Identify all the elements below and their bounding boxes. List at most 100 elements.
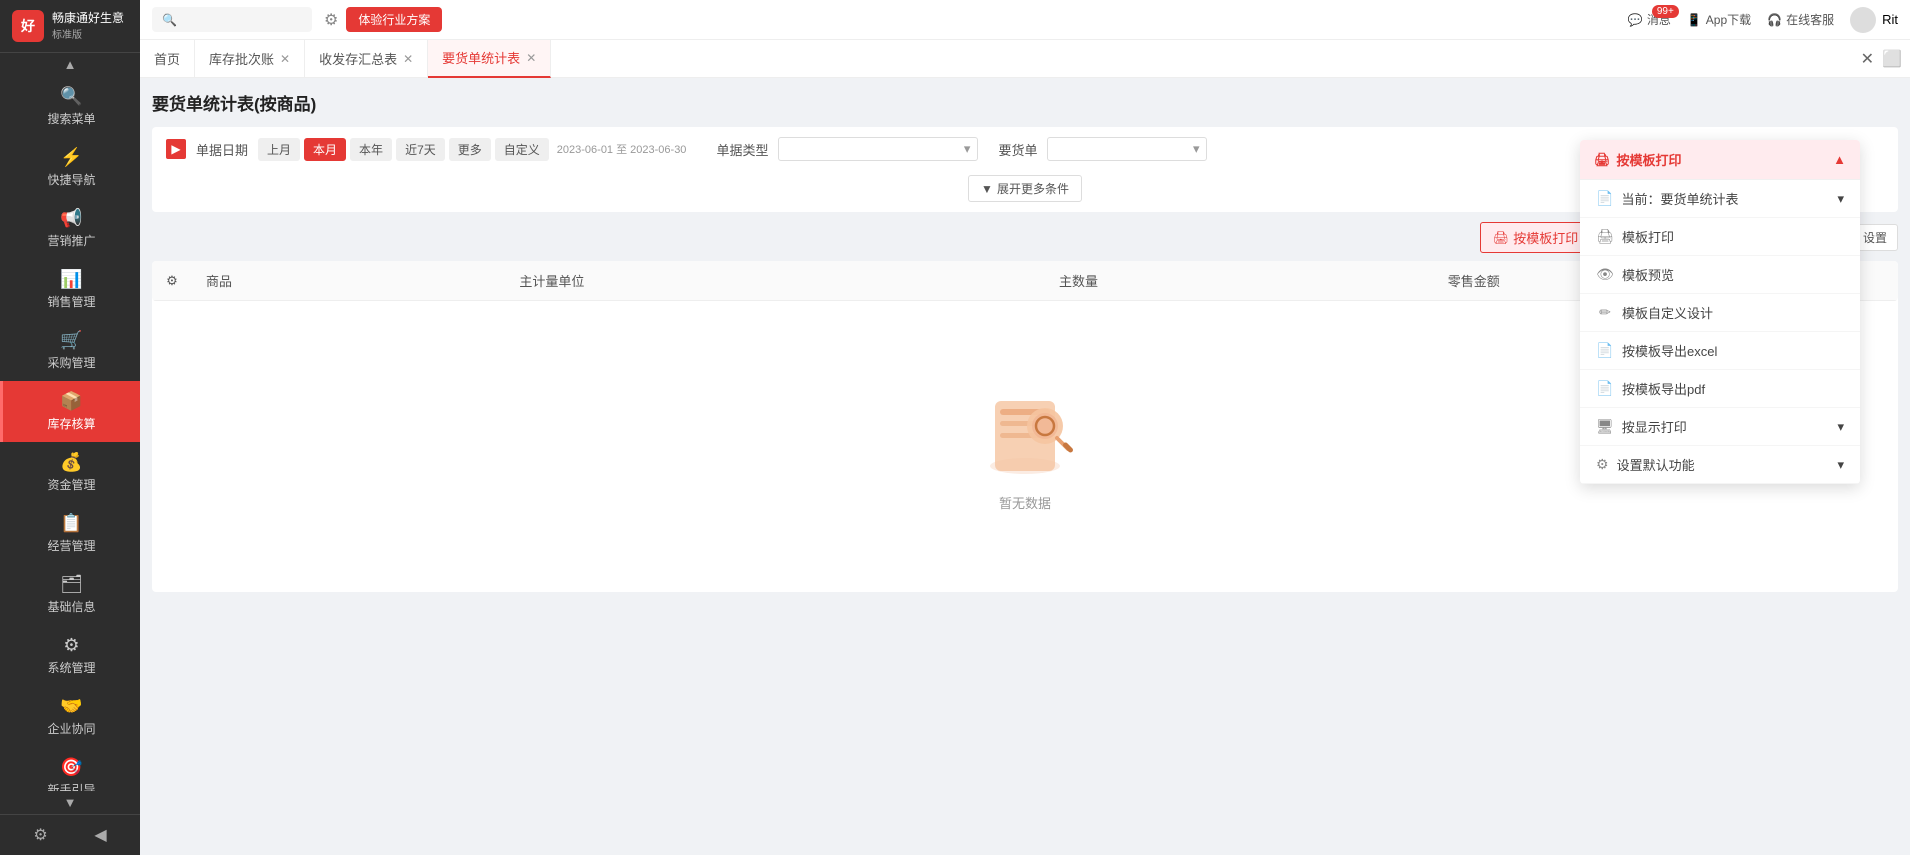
purchase-icon: 🛒 bbox=[60, 330, 82, 351]
messages-btn[interactable]: 💬 消息 99+ bbox=[1628, 11, 1671, 28]
settings-label: 设置 bbox=[1863, 231, 1887, 245]
printer-icon: 🖨 bbox=[1493, 230, 1510, 246]
template-design-icon: ✏ bbox=[1596, 304, 1614, 321]
default-fn-label: 设置默认功能 bbox=[1617, 455, 1695, 474]
sidebar-item-guide[interactable]: 🎯 新手引导 bbox=[0, 747, 140, 791]
date-label: 单据日期 bbox=[196, 140, 248, 159]
maximize-icon[interactable]: ⬜ bbox=[1882, 49, 1902, 69]
sidebar-item-basic[interactable]: 🗂 基础信息 bbox=[0, 564, 140, 625]
sidebar-item-search[interactable]: 🔍 搜索菜单 bbox=[0, 76, 140, 137]
collapse-sidebar-icon[interactable]: ◀ bbox=[94, 825, 106, 845]
sidebar-item-sales[interactable]: 📊 销售管理 bbox=[0, 259, 140, 320]
date-prev-month-btn[interactable]: 上月 bbox=[258, 138, 300, 161]
topbar: 🔍 ⚙ 体验行业方案 💬 消息 99+ 📱 App下载 🎧 在线客服 bbox=[140, 0, 1910, 40]
page-title: 要货单统计表(按商品) bbox=[152, 90, 1898, 115]
sidebar-item-inventory[interactable]: 📦 库存核算 bbox=[0, 381, 140, 442]
app-download-icon: 📱 bbox=[1687, 13, 1702, 27]
close-order-stats-icon[interactable]: ✕ bbox=[526, 51, 536, 65]
app-download-label: App下载 bbox=[1706, 11, 1751, 28]
print-template-label: 按模板打印 bbox=[1513, 228, 1578, 247]
dropdown-current-item[interactable]: 📄 当前：要货单统计表 ▾ bbox=[1580, 180, 1860, 218]
date-current-month-btn[interactable]: 本月 bbox=[304, 138, 346, 161]
close-all-tabs-icon[interactable]: ✕ bbox=[1861, 49, 1874, 69]
search-nav-icon: 🔍 bbox=[60, 86, 82, 107]
messages-badge: 99+ bbox=[1652, 5, 1679, 18]
current-template-label: 当前：要货单统计表 bbox=[1621, 189, 1738, 208]
dropdown-collapse-icon[interactable]: ▲ bbox=[1833, 152, 1846, 167]
marketing-icon: 📢 bbox=[60, 208, 82, 229]
basic-icon: 🗂 bbox=[60, 574, 83, 595]
online-service-btn[interactable]: 🎧 在线客服 bbox=[1767, 11, 1834, 28]
app-name: 畅康通好生意 bbox=[52, 11, 124, 27]
expand-more-btn[interactable]: ▼ 展开更多条件 bbox=[968, 175, 1082, 202]
sidebar-item-finance-label: 资金管理 bbox=[47, 476, 95, 493]
empty-illustration bbox=[965, 381, 1085, 481]
search-text bbox=[181, 11, 229, 28]
tab-order-stats[interactable]: 要货单统计表 ✕ bbox=[428, 40, 551, 78]
close-inventory-batch-icon[interactable]: ✕ bbox=[280, 52, 290, 66]
sidebar-item-purchase-label: 采购管理 bbox=[47, 354, 95, 371]
avatar bbox=[1850, 7, 1876, 33]
expand-filter-btn[interactable]: ▶ bbox=[166, 139, 186, 159]
expand-chevron-icon: ▼ bbox=[981, 182, 993, 196]
display-print-left: 🖥 按显示打印 bbox=[1596, 417, 1687, 436]
current-template-arrow: ▾ bbox=[1837, 191, 1844, 207]
gear-icon[interactable]: ⚙ bbox=[324, 10, 338, 30]
sidebar-item-operation[interactable]: 📋 经营管理 bbox=[0, 503, 140, 564]
date-custom-btn[interactable]: 自定义 bbox=[495, 138, 549, 161]
tab-home-label: 首页 bbox=[154, 49, 180, 68]
scroll-up-btn[interactable]: ▲ bbox=[0, 53, 140, 76]
display-print-icon: 🖥 bbox=[1596, 418, 1614, 435]
date-more-btn[interactable]: 更多 bbox=[449, 138, 491, 161]
topbar-left: 🔍 ⚙ 体验行业方案 bbox=[152, 7, 1628, 32]
sidebar-item-purchase[interactable]: 🛒 采购管理 bbox=[0, 320, 140, 381]
trial-button[interactable]: 体验行业方案 bbox=[346, 7, 442, 32]
logo-icon: 好 bbox=[12, 10, 44, 42]
sidebar-item-marketing[interactable]: 📢 营销推广 bbox=[0, 198, 140, 259]
sidebar-item-sales-label: 销售管理 bbox=[47, 293, 95, 310]
settings-bottom-icon[interactable]: ⚙ bbox=[33, 825, 47, 845]
dropdown-item-template-preview[interactable]: 👁 模板预览 bbox=[1580, 256, 1860, 294]
dropdown-item-template-print[interactable]: 🖨 模板打印 bbox=[1580, 218, 1860, 256]
dropdown-header: 🖨 按模板打印 ▲ bbox=[1580, 140, 1860, 180]
order-select[interactable] bbox=[1047, 137, 1207, 161]
sidebar-item-collab[interactable]: 🤝 企业协同 bbox=[0, 686, 140, 747]
system-icon: ⚙ bbox=[63, 635, 79, 656]
topbar-search[interactable]: 🔍 bbox=[152, 7, 312, 32]
sidebar-item-operation-label: 经营管理 bbox=[47, 537, 95, 554]
message-icon: 💬 bbox=[1628, 13, 1643, 27]
type-select[interactable] bbox=[778, 137, 978, 161]
tab-receive-summary[interactable]: 收发存汇总表 ✕ bbox=[305, 40, 428, 78]
dropdown-title: 按模板打印 bbox=[1617, 150, 1682, 169]
sidebar-item-marketing-label: 营销推广 bbox=[47, 232, 95, 249]
scroll-down-btn[interactable]: ▼ bbox=[0, 791, 140, 814]
dropdown-item-export-excel[interactable]: 📄 按模板导出excel bbox=[1580, 332, 1860, 370]
export-pdf-label: 按模板导出pdf bbox=[1622, 379, 1705, 398]
sidebar-nav: 🔍 搜索菜单 ⚡ 快捷导航 📢 营销推广 📊 销售管理 🛒 采购管理 📦 库存核… bbox=[0, 76, 140, 791]
tab-home[interactable]: 首页 bbox=[140, 40, 195, 78]
sidebar-item-quick[interactable]: ⚡ 快捷导航 bbox=[0, 137, 140, 198]
user-menu[interactable]: Rit bbox=[1850, 7, 1898, 33]
collab-icon: 🤝 bbox=[60, 696, 82, 717]
tab-order-stats-label: 要货单统计表 bbox=[442, 48, 520, 67]
dropdown-default-fn[interactable]: ⚙ 设置默认功能 ▾ bbox=[1580, 446, 1860, 484]
dropdown-item-template-design[interactable]: ✏ 模板自定义设计 bbox=[1580, 294, 1860, 332]
sidebar-item-system[interactable]: ⚙ 系统管理 bbox=[0, 625, 140, 686]
dropdown-item-export-pdf[interactable]: 📄 按模板导出pdf bbox=[1580, 370, 1860, 408]
template-preview-label: 模板预览 bbox=[1622, 265, 1674, 284]
close-receive-summary-icon[interactable]: ✕ bbox=[403, 52, 413, 66]
sidebar-item-collab-label: 企业协同 bbox=[47, 720, 95, 737]
app-download-btn[interactable]: 📱 App下载 bbox=[1687, 11, 1751, 28]
tab-inventory-batch[interactable]: 库存批次账 ✕ bbox=[195, 40, 305, 78]
tabs-bar: 首页 库存批次账 ✕ 收发存汇总表 ✕ 要货单统计表 ✕ ✕ ⬜ bbox=[140, 40, 1910, 78]
page-header: 要货单统计表(按商品) bbox=[152, 90, 1898, 115]
inventory-icon: 📦 bbox=[60, 391, 82, 412]
quick-nav-icon: ⚡ bbox=[60, 147, 82, 168]
sidebar-item-finance[interactable]: 💰 资金管理 bbox=[0, 442, 140, 503]
type-select-wrapper bbox=[778, 137, 978, 161]
sidebar-item-search-label: 搜索菜单 bbox=[47, 110, 95, 127]
date-current-year-btn[interactable]: 本年 bbox=[350, 138, 392, 161]
date-7days-btn[interactable]: 近7天 bbox=[396, 138, 445, 161]
dropdown-display-print[interactable]: 🖥 按显示打印 ▾ bbox=[1580, 408, 1860, 446]
col-settings[interactable]: ⚙ bbox=[152, 261, 192, 301]
